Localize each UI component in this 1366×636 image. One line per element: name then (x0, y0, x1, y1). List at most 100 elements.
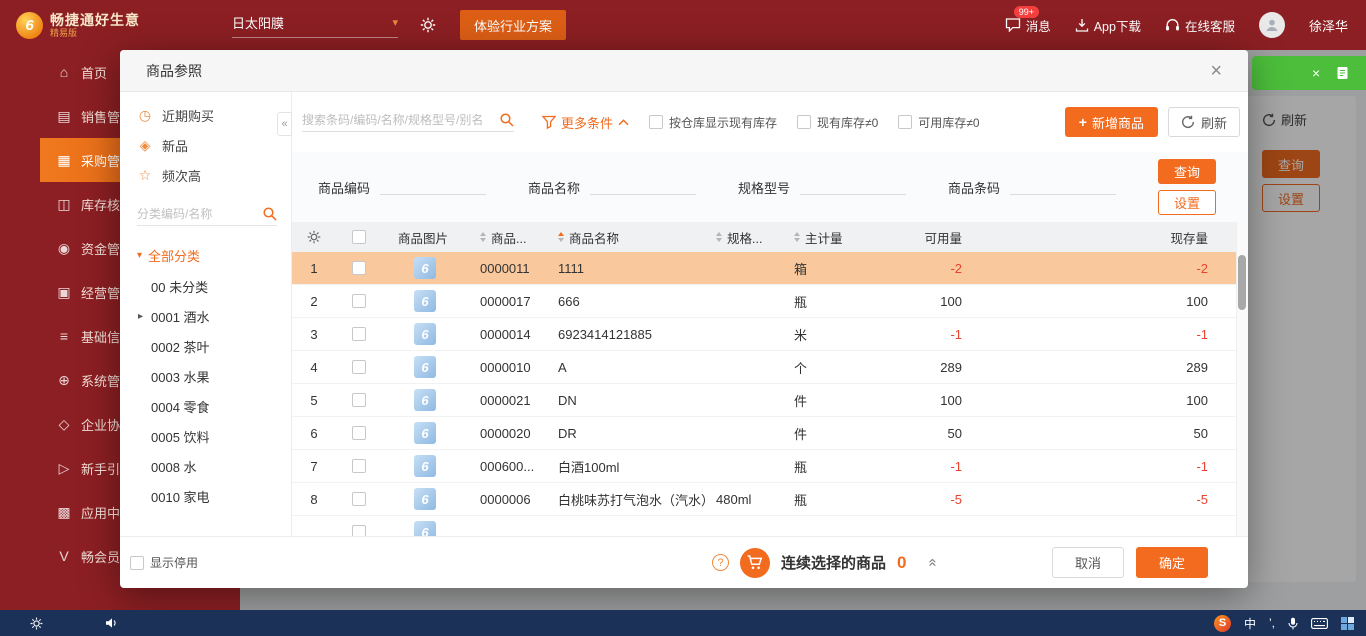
warehouse-stock-checkbox[interactable]: 按仓库显示现有库存 (649, 114, 777, 131)
settings-button[interactable]: 设置 (1158, 190, 1217, 215)
column-header-unit[interactable]: 主计量 (786, 228, 874, 247)
sogou-ime-icon[interactable]: S (1213, 614, 1231, 632)
workspace-select[interactable]: 日太阳膜 ▾ (232, 13, 398, 38)
row-checkbox[interactable] (352, 393, 366, 407)
quick-link-new-product[interactable]: ◈ 新品 (120, 130, 291, 160)
column-header-name[interactable]: 商品名称 (548, 228, 706, 247)
product-unit: 件 (794, 393, 808, 409)
row-checkbox[interactable] (352, 261, 366, 275)
column-header-stock[interactable]: 现存量 (974, 228, 1248, 247)
row-checkbox[interactable] (352, 459, 366, 473)
table-row[interactable]: 6 (292, 516, 1248, 536)
chevron-down-icon: ▾ (392, 16, 398, 29)
show-disabled-checkbox[interactable]: 显示停用 (130, 554, 198, 571)
messages-button[interactable]: 99+ 消息 (1005, 5, 1051, 35)
search-icon[interactable] (499, 112, 514, 127)
column-header-spec[interactable]: 规格... (706, 228, 786, 247)
row-checkbox[interactable] (352, 327, 366, 341)
table-row[interactable]: 6 6 0000020 DR 件 50 50 (292, 417, 1248, 450)
help-icon[interactable]: ? (712, 554, 729, 571)
category-item[interactable]: ▸ 0003 水果 (120, 361, 291, 391)
table-row[interactable]: 8 6 0000006 白桃味苏打气泡水（汽水） 480ml 瓶 -5 -5 (292, 483, 1248, 516)
stock-qty: 50 (1193, 425, 1208, 441)
product-code-input[interactable] (380, 179, 487, 195)
operations-icon: ▣ (57, 283, 71, 300)
table-scrollbar[interactable] (1236, 222, 1248, 536)
row-index: 2 (310, 293, 318, 309)
quick-link-high-frequency[interactable]: ☆ 频次高 (120, 160, 291, 190)
header-settings-gear-icon[interactable] (420, 17, 436, 33)
table-row[interactable]: 4 6 0000010 A 个 289 289 (292, 351, 1248, 384)
product-thumbnail: 6 (414, 257, 436, 279)
table-row[interactable]: 5 6 0000021 DN 件 100 100 (292, 384, 1248, 417)
row-checkbox[interactable] (352, 360, 366, 374)
ime-language-toggle[interactable]: 中 (1244, 615, 1256, 632)
table-row[interactable]: 7 6 000600... 白酒100ml 瓶 -1 -1 (292, 450, 1248, 483)
all-categories[interactable]: ▾ 全部分类 (137, 246, 291, 265)
category-item[interactable]: ▸ 0004 零食 (120, 391, 291, 421)
table-row[interactable]: 2 6 0000017 666 瓶 100 100 (292, 285, 1248, 318)
category-item[interactable]: ▸ 00 未分类 (120, 271, 291, 301)
product-code: 0000011 (480, 260, 530, 276)
speaker-icon[interactable] (105, 617, 118, 629)
cancel-button[interactable]: 取消 (1052, 547, 1124, 578)
category-item[interactable]: ▸ 0005 饮料 (120, 421, 291, 451)
trial-solution-button[interactable]: 体验行业方案 (460, 10, 567, 40)
recent-purchase-icon: ◷ (138, 106, 152, 123)
selected-products-label: 连续选择的商品 (781, 555, 887, 572)
ime-toolbox-icon[interactable] (1341, 616, 1354, 630)
dialog-close-icon[interactable]: × (1210, 61, 1222, 81)
confirm-button[interactable]: 确定 (1136, 547, 1208, 578)
query-button[interactable]: 查询 (1158, 159, 1217, 184)
column-settings-gear-icon[interactable] (307, 230, 321, 244)
category-search-input[interactable] (137, 206, 262, 221)
product-spec-input[interactable] (800, 179, 907, 195)
row-checkbox[interactable] (352, 525, 366, 536)
table-row[interactable]: 3 6 0000014 6923414121885 米 -1 -1 (292, 318, 1248, 351)
select-all-checkbox[interactable] (352, 230, 366, 244)
toast-close-icon[interactable]: × (1312, 66, 1320, 80)
toast-document-icon (1336, 66, 1349, 80)
category-label: 0002 茶叶 (151, 339, 210, 355)
expand-arrow-icon[interactable]: ▸ (138, 311, 151, 322)
category-label: 0005 饮料 (151, 429, 210, 445)
product-search-input[interactable] (302, 112, 491, 127)
column-header-image[interactable]: 商品图片 (382, 228, 468, 247)
brand-logo-icon: 6 (16, 11, 43, 39)
product-barcode-input[interactable] (1010, 179, 1117, 195)
category-label: 0001 酒水 (151, 309, 210, 325)
more-filters-label: 更多条件 (561, 115, 614, 131)
row-checkbox[interactable] (352, 492, 366, 506)
row-checkbox[interactable] (352, 294, 366, 308)
edition-badge: 精易版 (50, 27, 78, 38)
taskbar-gear-icon[interactable] (30, 617, 43, 630)
messages-badge: 99+ (1013, 5, 1039, 19)
user-avatar[interactable] (1258, 12, 1285, 38)
available-nonzero-checkbox[interactable]: 可用库存≠0 (898, 114, 980, 131)
search-icon[interactable] (262, 206, 277, 221)
category-item[interactable]: ▸ 0002 茶叶 (120, 331, 291, 361)
refresh-button[interactable]: 刷新 (1167, 107, 1240, 137)
category-item[interactable]: ▸ 0010 家电 (120, 481, 291, 511)
high-frequency-icon: ☆ (138, 166, 152, 183)
product-reference-dialog: 商品参照 × « ◷ 近期购买 ◈ 新品 ☆ 频次高 ▾ 全部分类 ▸ 00 未… (120, 50, 1248, 588)
add-product-button[interactable]: + 新增商品 (1064, 107, 1158, 137)
scrollbar-thumb[interactable] (1238, 255, 1246, 310)
onhand-nonzero-checkbox[interactable]: 现有库存≠0 (797, 114, 878, 131)
keyboard-icon[interactable] (1311, 617, 1328, 629)
quick-link-recent-purchase[interactable]: ◷ 近期购买 (120, 100, 291, 130)
microphone-icon[interactable] (1288, 617, 1298, 630)
row-checkbox[interactable] (352, 426, 366, 440)
column-header-available[interactable]: 可用量 (874, 228, 974, 247)
online-support-button[interactable]: 在线客服 (1165, 16, 1235, 35)
category-item[interactable]: ▸ 0001 酒水 (120, 301, 291, 331)
category-item[interactable]: ▸ 0008 水 (120, 451, 291, 481)
collapse-up-icon[interactable]: « (925, 558, 942, 566)
table-row[interactable]: 1 6 0000011 1111 箱 -2 -2 (292, 252, 1248, 285)
app-download-button[interactable]: App下载 (1075, 16, 1141, 35)
collapse-panel-icon[interactable]: « (277, 112, 292, 136)
column-header-code[interactable]: 商品... (468, 228, 548, 247)
product-name-input[interactable] (590, 179, 697, 195)
more-filters-toggle[interactable]: 更多条件 (542, 113, 629, 132)
ime-punctuation-toggle[interactable]: ’, (1269, 616, 1275, 630)
